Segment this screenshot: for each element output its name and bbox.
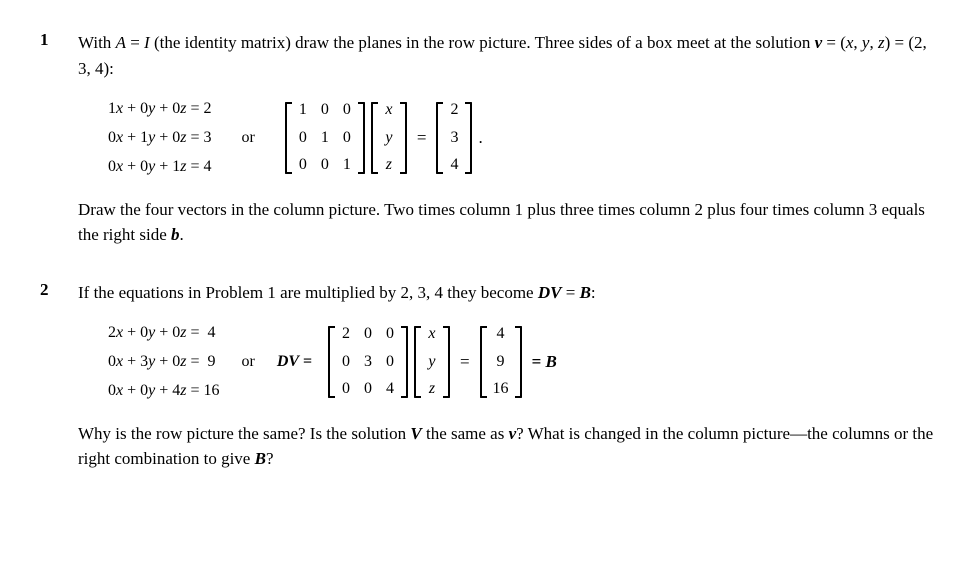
period-1: . bbox=[478, 128, 482, 148]
bracket-left-A bbox=[285, 102, 292, 174]
bracket-left-B bbox=[480, 326, 487, 398]
or-label-1: or bbox=[236, 129, 261, 147]
matrix-A-group: 100 010 001 bbox=[285, 95, 365, 180]
eq1-row2: 0x + 1y + 0z = 3 bbox=[108, 124, 212, 151]
problem-2-intro: If the equations in Problem 1 are multip… bbox=[78, 280, 938, 306]
problem-2-equations: 2x + 0y + 0z = 4 0x + 3y + 0z = 9 0x + 0… bbox=[108, 319, 220, 405]
eq2-row3: 0x + 0y + 4z = 16 bbox=[108, 377, 220, 404]
eq1-row1: 1x + 0y + 0z = 2 bbox=[108, 95, 212, 122]
problem-2-content: If the equations in Problem 1 are multip… bbox=[78, 280, 938, 476]
vector-x2-group: x y z bbox=[414, 319, 450, 404]
problem-1-content: With A = I (the identity matrix) draw th… bbox=[78, 30, 938, 252]
or-label-2: or bbox=[236, 353, 261, 371]
problem-1-equations-block: 1x + 0y + 0z = 2 0x + 1y + 0z = 3 0x + 0… bbox=[108, 95, 938, 181]
matrix-A: 100 010 001 bbox=[294, 95, 356, 180]
problem-2-equations-block: 2x + 0y + 0z = 4 0x + 3y + 0z = 9 0x + 0… bbox=[108, 319, 938, 405]
bracket-right-A bbox=[358, 102, 365, 174]
problem-1-intro: With A = I (the identity matrix) draw th… bbox=[78, 30, 938, 81]
bracket-left-D bbox=[328, 326, 335, 398]
bracket-right-x bbox=[400, 102, 407, 174]
problem-1-follow: Draw the four vectors in the column pict… bbox=[78, 197, 938, 248]
problem-2-follow: Why is the row picture the same? Is the … bbox=[78, 421, 938, 472]
matrix-D: 200 030 004 bbox=[337, 319, 399, 404]
problem-1: 1 With A = I (the identity matrix) draw … bbox=[40, 30, 938, 252]
equals-B-label: = B bbox=[532, 352, 557, 372]
bracket-left-x2 bbox=[414, 326, 421, 398]
bracket-left-x bbox=[371, 102, 378, 174]
eq2-row2: 0x + 3y + 0z = 9 bbox=[108, 348, 220, 375]
problem-1-matrix-eq: 100 010 001 x y z = bbox=[285, 95, 483, 180]
bracket-left-b bbox=[436, 102, 443, 174]
bracket-right-D bbox=[401, 326, 408, 398]
vector-x2: x y z bbox=[423, 319, 441, 404]
problem-1-equations: 1x + 0y + 0z = 2 0x + 1y + 0z = 3 0x + 0… bbox=[108, 95, 212, 181]
vector-x-group: x y z bbox=[371, 95, 407, 180]
problem-2-matrix-eq: 200 030 004 x y z = bbox=[328, 319, 557, 404]
bracket-right-b bbox=[465, 102, 472, 174]
vector-x: x y z bbox=[380, 95, 398, 180]
equals-1: = bbox=[413, 128, 431, 148]
dv-equals-label: DV = bbox=[277, 353, 312, 371]
problem-number-2: 2 bbox=[40, 280, 78, 300]
matrix-D-group: 200 030 004 bbox=[328, 319, 408, 404]
bracket-right-B bbox=[515, 326, 522, 398]
eq2-row1: 2x + 0y + 0z = 4 bbox=[108, 319, 220, 346]
equals-2: = bbox=[456, 352, 474, 372]
bracket-right-x2 bbox=[443, 326, 450, 398]
eq1-row3: 0x + 0y + 1z = 4 bbox=[108, 153, 212, 180]
vector-B-group: 4 9 16 bbox=[480, 319, 522, 404]
problem-number-1: 1 bbox=[40, 30, 78, 50]
vector-b: 2 3 4 bbox=[445, 95, 463, 180]
vector-B: 4 9 16 bbox=[489, 319, 513, 404]
vector-b-group: 2 3 4 bbox=[436, 95, 472, 180]
problem-2: 2 If the equations in Problem 1 are mult… bbox=[40, 280, 938, 476]
